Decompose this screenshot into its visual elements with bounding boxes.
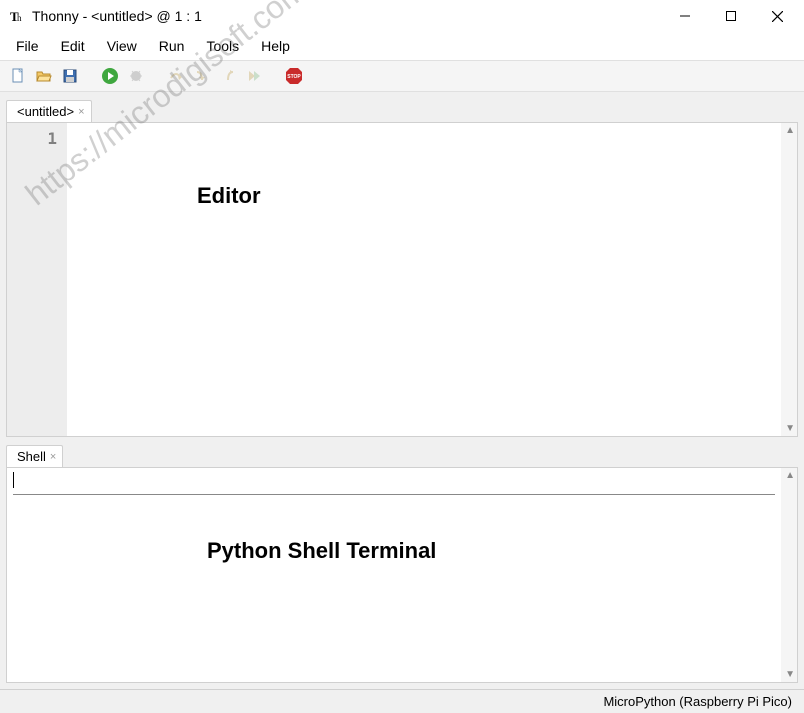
- menu-tools[interactable]: Tools: [196, 34, 249, 58]
- shell-tab-label: Shell: [17, 449, 46, 464]
- editor-pane: <untitled> × 1 Editor ▲ ▼: [0, 92, 804, 437]
- app-icon: Th: [10, 8, 26, 24]
- shell-tab[interactable]: Shell ×: [6, 445, 63, 467]
- menu-view[interactable]: View: [97, 34, 147, 58]
- shell-input[interactable]: Python Shell Terminal: [7, 468, 781, 682]
- debug-icon[interactable]: [126, 66, 146, 86]
- window-controls: [662, 0, 800, 32]
- close-icon[interactable]: ×: [78, 106, 84, 118]
- step-over-icon[interactable]: [166, 66, 186, 86]
- toolbar: STOP: [0, 60, 804, 92]
- maximize-button[interactable]: [708, 0, 754, 32]
- menu-help[interactable]: Help: [251, 34, 300, 58]
- interpreter-label[interactable]: MicroPython (Raspberry Pi Pico): [603, 694, 792, 709]
- step-into-icon[interactable]: [192, 66, 212, 86]
- step-out-icon[interactable]: [218, 66, 238, 86]
- scroll-up-icon[interactable]: ▲: [785, 470, 795, 481]
- shell-annotation: Python Shell Terminal: [207, 538, 436, 564]
- editor-tab[interactable]: <untitled> ×: [6, 100, 92, 122]
- code-area[interactable]: Editor: [67, 123, 781, 436]
- shell-tab-strip: Shell ×: [6, 443, 798, 467]
- scroll-up-icon[interactable]: ▲: [785, 125, 795, 136]
- menubar: File Edit View Run Tools Help: [0, 32, 804, 60]
- editor-body: 1 Editor ▲ ▼: [6, 122, 798, 437]
- resume-icon[interactable]: [244, 66, 264, 86]
- close-icon[interactable]: ×: [50, 451, 56, 463]
- shell-pane: Shell × Python Shell Terminal ▲ ▼: [0, 437, 804, 689]
- editor-annotation: Editor: [197, 183, 261, 209]
- close-button[interactable]: [754, 0, 800, 32]
- stop-icon[interactable]: STOP: [284, 66, 304, 86]
- window-title: Thonny - <untitled> @ 1 : 1: [32, 8, 202, 24]
- editor-tab-label: <untitled>: [17, 104, 74, 119]
- cursor: [13, 472, 14, 488]
- scroll-down-icon[interactable]: ▼: [785, 423, 795, 434]
- shell-divider: [13, 494, 775, 495]
- shell-scrollbar[interactable]: ▲ ▼: [781, 468, 797, 682]
- new-file-icon[interactable]: [8, 66, 28, 86]
- app-window: Th Thonny - <untitled> @ 1 : 1 File Edit…: [0, 0, 804, 713]
- menu-file[interactable]: File: [6, 34, 49, 58]
- scroll-down-icon[interactable]: ▼: [785, 669, 795, 680]
- titlebar: Th Thonny - <untitled> @ 1 : 1: [0, 0, 804, 32]
- menu-run[interactable]: Run: [149, 34, 195, 58]
- line-gutter: 1: [7, 123, 67, 436]
- save-file-icon[interactable]: [60, 66, 80, 86]
- open-file-icon[interactable]: [34, 66, 54, 86]
- statusbar: MicroPython (Raspberry Pi Pico): [0, 689, 804, 713]
- minimize-button[interactable]: [662, 0, 708, 32]
- svg-text:STOP: STOP: [287, 74, 301, 80]
- menu-edit[interactable]: Edit: [51, 34, 95, 58]
- shell-body: Python Shell Terminal ▲ ▼: [6, 467, 798, 683]
- svg-text:h: h: [17, 13, 22, 23]
- run-icon[interactable]: [100, 66, 120, 86]
- editor-tab-strip: <untitled> ×: [6, 98, 798, 122]
- editor-scrollbar[interactable]: ▲ ▼: [781, 123, 797, 436]
- line-number: 1: [7, 129, 57, 148]
